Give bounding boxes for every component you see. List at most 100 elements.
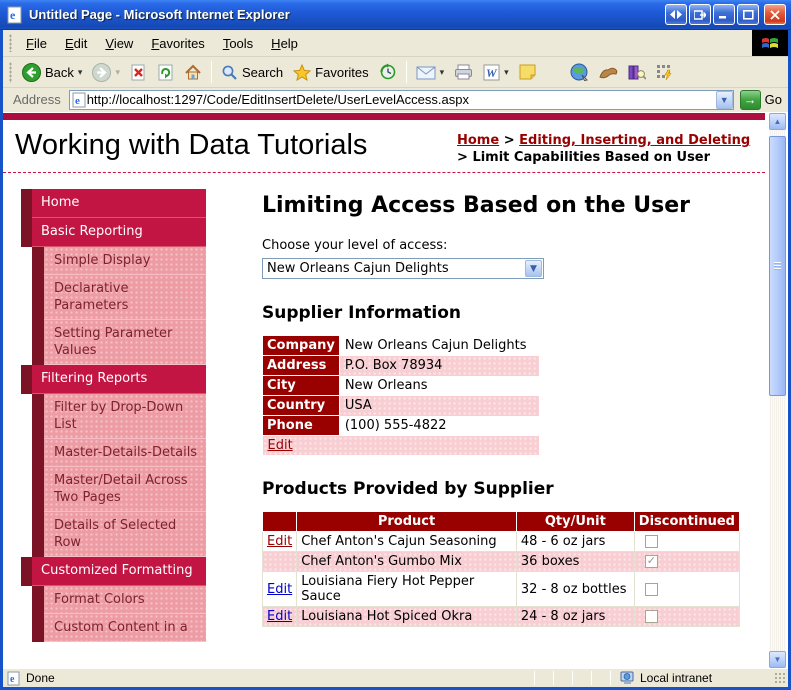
refresh-button[interactable] bbox=[152, 61, 179, 84]
nav-level2-marker bbox=[32, 247, 44, 275]
sidebar-item-basic-reporting[interactable]: Basic Reporting bbox=[21, 218, 206, 247]
menubar-grip[interactable] bbox=[9, 33, 12, 53]
discontinued-checkbox[interactable] bbox=[644, 582, 658, 596]
discontinued-checkbox[interactable] bbox=[644, 535, 658, 548]
library-button[interactable] bbox=[623, 61, 651, 84]
sidebar-item-master-detail-two-pages[interactable]: Master/Detail Across Two Pages bbox=[32, 467, 206, 512]
scroll-down-button[interactable]: ▼ bbox=[769, 651, 786, 668]
search-label: Search bbox=[241, 64, 284, 80]
mail-dropdown-caret[interactable]: ▾ bbox=[440, 67, 445, 78]
sidebar-item-master-details-details[interactable]: Master-Details-Details bbox=[32, 439, 206, 467]
minimize-button[interactable] bbox=[713, 4, 735, 25]
page-title: Limiting Access Based on the User bbox=[262, 193, 690, 218]
chevron-down-icon: ▼ bbox=[530, 263, 537, 274]
discontinued-checkbox[interactable] bbox=[644, 554, 658, 568]
back-dropdown-caret[interactable]: ▾ bbox=[78, 67, 83, 78]
sidebar-item-home[interactable]: Home bbox=[21, 189, 206, 218]
research-button[interactable] bbox=[594, 62, 623, 83]
books-magnifier-icon bbox=[628, 65, 646, 80]
product-edit-link[interactable]: Edit bbox=[267, 582, 292, 597]
menu-favorites[interactable]: Favorites bbox=[142, 33, 213, 54]
nav-level1-marker bbox=[21, 218, 32, 247]
history-button[interactable] bbox=[374, 60, 402, 84]
table-row: Country USA bbox=[262, 395, 540, 416]
close-button[interactable] bbox=[764, 4, 786, 25]
product-edit-link[interactable]: Edit bbox=[267, 609, 292, 624]
menu-help[interactable]: Help bbox=[262, 33, 307, 54]
discontinued-checkbox[interactable] bbox=[644, 610, 658, 623]
address-input[interactable] bbox=[86, 91, 716, 108]
msn-button[interactable] bbox=[565, 60, 594, 85]
address-label: Address bbox=[13, 92, 61, 107]
ie-app-icon: e bbox=[7, 6, 22, 23]
vertical-scrollbar[interactable]: ▲ ▼ bbox=[769, 113, 786, 668]
status-separator bbox=[534, 671, 535, 685]
sidebar-item-details-of-selected-row[interactable]: Details of Selected Row bbox=[32, 512, 206, 557]
sidebar-item-filtering-reports[interactable]: Filtering Reports bbox=[21, 365, 206, 394]
breadcrumb-section-link[interactable]: Editing, Inserting, and Deleting bbox=[519, 133, 750, 148]
sidebar-item-customized-formatting[interactable]: Customized Formatting bbox=[21, 557, 206, 586]
detach-window-button[interactable] bbox=[689, 4, 711, 25]
table-row: Edit Louisiana Fiery Hot Pepper Sauce 32… bbox=[261, 571, 741, 607]
menu-tools[interactable]: Tools bbox=[214, 33, 262, 54]
edit-with-word-button[interactable]: W ▾ bbox=[478, 61, 514, 84]
status-separator bbox=[591, 671, 592, 685]
edit-dropdown-caret[interactable]: ▾ bbox=[504, 67, 509, 78]
home-button[interactable] bbox=[179, 61, 207, 84]
page-ie-icon: e bbox=[72, 92, 86, 107]
discuss-button[interactable] bbox=[514, 61, 541, 83]
home-icon bbox=[185, 64, 201, 79]
favorites-label: Favorites bbox=[315, 64, 369, 80]
access-level-select[interactable]: New Orleans Cajun Delights ▼ bbox=[262, 258, 544, 279]
sidebar-nav: Home Basic Reporting Simple Display Decl… bbox=[21, 189, 206, 642]
go-button[interactable]: → bbox=[739, 89, 761, 110]
forward-icon bbox=[92, 62, 112, 82]
globe-icon bbox=[570, 63, 588, 81]
sidebar-item-format-colors[interactable]: Format Colors bbox=[32, 586, 206, 614]
combo-dropdown-button[interactable]: ▼ bbox=[525, 260, 542, 277]
back-label: Back bbox=[45, 64, 74, 80]
favorites-button[interactable]: Favorites bbox=[288, 61, 373, 84]
status-page-icon: e bbox=[7, 671, 20, 685]
sidebar-item-simple-display[interactable]: Simple Display bbox=[32, 247, 206, 275]
toolbar-grip[interactable] bbox=[9, 61, 12, 83]
print-button[interactable] bbox=[449, 61, 478, 83]
supplier-table: Company New Orleans Cajun Delights Addre… bbox=[262, 335, 540, 455]
back-button[interactable]: Back ▾ bbox=[17, 60, 87, 85]
breadcrumb-home-link[interactable]: Home bbox=[457, 133, 499, 148]
resize-grip[interactable] bbox=[774, 672, 786, 684]
nav-level2-marker bbox=[32, 586, 44, 614]
address-field[interactable]: e ▼ bbox=[68, 89, 734, 110]
stop-button[interactable] bbox=[125, 61, 152, 84]
menu-edit[interactable]: Edit bbox=[56, 33, 96, 54]
messenger-button[interactable] bbox=[651, 61, 678, 84]
breadcrumb: Home > Editing, Inserting, and Deleting … bbox=[457, 129, 757, 166]
forward-dropdown-caret[interactable]: ▾ bbox=[115, 67, 120, 78]
svg-text:e: e bbox=[10, 8, 16, 22]
search-button[interactable]: Search bbox=[216, 61, 288, 84]
favorites-star-icon bbox=[293, 63, 312, 81]
address-dropdown-button[interactable]: ▼ bbox=[715, 90, 733, 109]
supplier-edit-link[interactable]: Edit bbox=[268, 438, 293, 453]
page-header: Working with Data Tutorials Home > Editi… bbox=[3, 120, 765, 173]
discuss-note-icon bbox=[519, 64, 536, 80]
scrollbar-thumb[interactable] bbox=[769, 136, 786, 396]
breadcrumb-current: Limit Capabilities Based on User bbox=[472, 150, 711, 165]
mail-button[interactable]: ▾ bbox=[411, 62, 450, 83]
pan-left-right-button[interactable] bbox=[665, 4, 687, 25]
chevron-down-icon: ▼ bbox=[719, 94, 729, 105]
sidebar-item-filter-by-dropdown-list[interactable]: Filter by Drop-Down List bbox=[32, 394, 206, 439]
svg-text:e: e bbox=[75, 95, 80, 107]
forward-button[interactable]: ▾ bbox=[87, 60, 125, 85]
sidebar-item-custom-content[interactable]: Custom Content in a bbox=[32, 614, 206, 642]
breadcrumb-separator: > bbox=[503, 133, 515, 148]
status-bar: e Done Local intranet bbox=[3, 668, 788, 687]
maximize-button[interactable] bbox=[737, 4, 759, 25]
product-edit-link[interactable]: Edit bbox=[267, 534, 292, 549]
menu-file[interactable]: File bbox=[17, 33, 56, 54]
browser-frame: File Edit View Favorites Tools Help Back… bbox=[3, 30, 788, 687]
sidebar-item-setting-parameter-values[interactable]: Setting Parameter Values bbox=[32, 320, 206, 365]
menu-view[interactable]: View bbox=[96, 33, 142, 54]
scroll-up-button[interactable]: ▲ bbox=[769, 113, 786, 130]
sidebar-item-declarative-parameters[interactable]: Declarative Parameters bbox=[32, 275, 206, 320]
